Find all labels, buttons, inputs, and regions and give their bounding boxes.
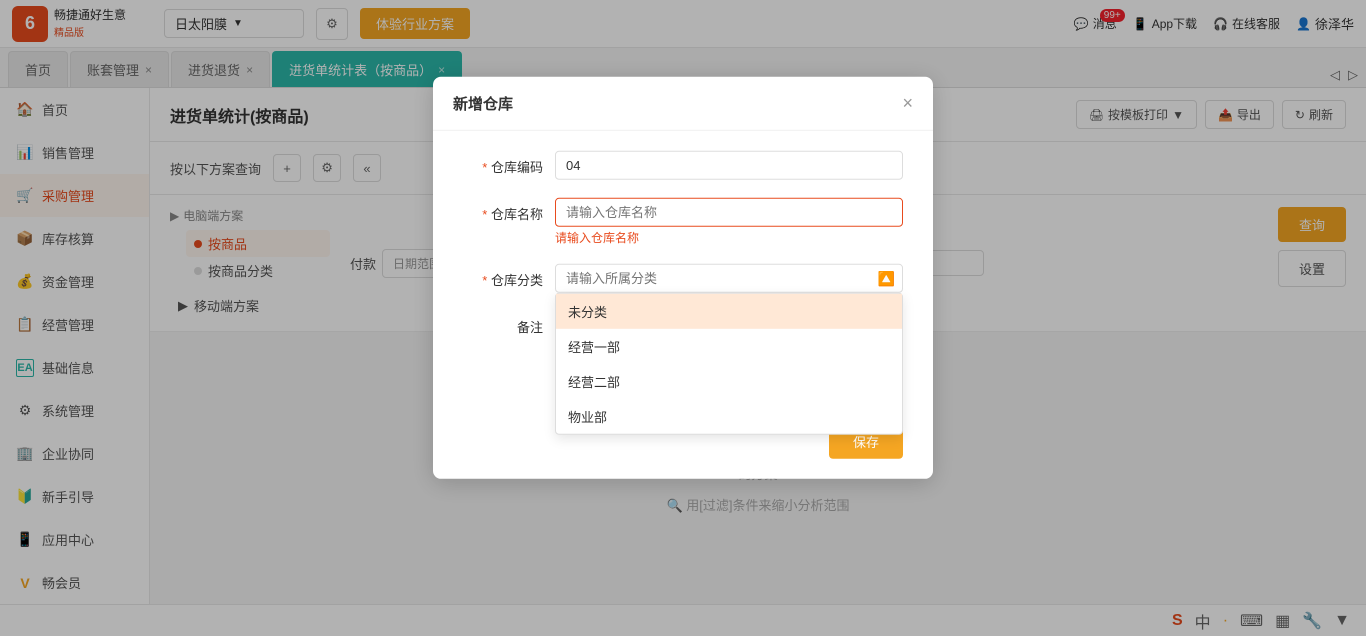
modal-body: * 仓库编码 * 仓库名称 请输入仓库名称 * 仓库分类 xyxy=(433,131,933,412)
category-select-wrapper: 🔼 未分类 经营一部 经营二部 物业部 xyxy=(555,264,903,293)
modal-title: 新增仓库 xyxy=(453,93,513,114)
new-warehouse-modal: 新增仓库 × * 仓库编码 * 仓库名称 请输入仓库名称 xyxy=(433,77,933,479)
code-input[interactable] xyxy=(555,151,903,180)
code-field xyxy=(555,151,903,180)
category-field-row: * 仓库分类 🔼 未分类 经营一部 经营二部 物业部 xyxy=(463,264,903,293)
code-label: * 仓库编码 xyxy=(463,151,543,176)
modal-close-button[interactable]: × xyxy=(902,93,913,114)
notes-label: 备注 xyxy=(463,311,543,336)
category-field: 🔼 未分类 经营一部 经营二部 物业部 xyxy=(555,264,903,293)
dropdown-item-uncategorized[interactable]: 未分类 xyxy=(556,294,902,329)
name-field-row: * 仓库名称 请输入仓库名称 xyxy=(463,198,903,246)
name-error-msg: 请输入仓库名称 xyxy=(555,229,903,246)
name-label: * 仓库名称 xyxy=(463,198,543,223)
category-label: * 仓库分类 xyxy=(463,264,543,289)
category-input[interactable] xyxy=(555,264,903,293)
name-input[interactable] xyxy=(555,198,903,227)
category-dropdown: 未分类 经营一部 经营二部 物业部 xyxy=(555,293,903,435)
name-field: 请输入仓库名称 xyxy=(555,198,903,246)
dropdown-item-dept1[interactable]: 经营一部 xyxy=(556,329,902,364)
code-field-row: * 仓库编码 xyxy=(463,151,903,180)
dropdown-item-dept3[interactable]: 物业部 xyxy=(556,399,902,434)
dropdown-item-dept2[interactable]: 经营二部 xyxy=(556,364,902,399)
modal-header: 新增仓库 × xyxy=(433,77,933,131)
